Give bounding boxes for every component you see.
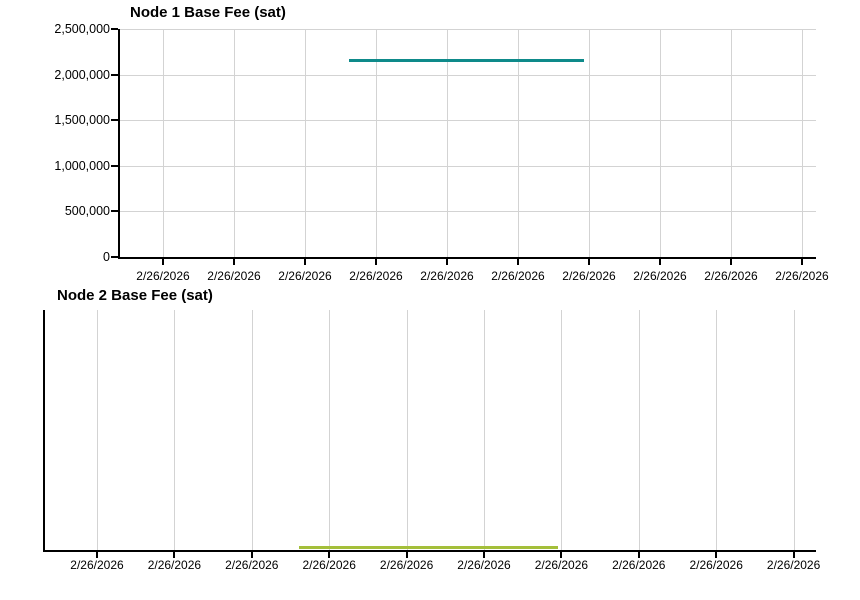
gridline-vertical xyxy=(305,29,306,257)
gridline-vertical xyxy=(793,310,795,550)
x-tick-label: 2/26/2026 xyxy=(534,558,589,572)
x-tick-label: 2/26/2026 xyxy=(766,558,821,572)
gridline-horizontal xyxy=(118,74,816,76)
y-tick-mark xyxy=(111,28,118,30)
x-tick-mark xyxy=(588,258,590,265)
gridline-vertical xyxy=(406,310,408,550)
charts-canvas: Node 1 Base Fee (sat) 2/26/2026 2/26/2026… xyxy=(0,0,860,600)
x-tick-mark xyxy=(233,258,235,265)
gridline-vertical xyxy=(660,29,661,257)
y-tick-label: 1,000,000 xyxy=(54,158,110,173)
x-tick-mark xyxy=(328,551,331,558)
x-tick-mark xyxy=(730,258,732,265)
gridline-vertical xyxy=(561,310,563,550)
x-tick-label: 2/26/2026 xyxy=(225,558,279,572)
x-tick-mark xyxy=(375,258,377,265)
x-tick-mark xyxy=(560,551,563,558)
y-axis-line xyxy=(118,29,120,259)
x-tick-label: 2/26/2026 xyxy=(457,558,511,572)
y-tick-mark xyxy=(111,210,118,213)
x-axis-line xyxy=(43,550,816,552)
gridline-horizontal xyxy=(118,120,816,122)
gridline-vertical xyxy=(518,29,519,257)
x-tick-mark xyxy=(517,258,519,265)
series-line-node1 xyxy=(349,59,585,63)
x-tick-label: 2/26/2026 xyxy=(302,558,356,572)
gridline-vertical xyxy=(731,29,732,257)
gridline-vertical xyxy=(97,310,98,550)
x-tick-mark xyxy=(801,258,803,265)
gridline-vertical xyxy=(376,29,377,257)
node2-chart-title: Node 2 Base Fee (sat) xyxy=(57,287,213,304)
node2-plot-area: 2/26/2026 2/26/2026 2/26/2026 2/26/2026 2/26… xyxy=(43,310,820,572)
gridline-vertical xyxy=(638,310,640,550)
gridline-vertical xyxy=(716,310,718,550)
gridline-vertical xyxy=(234,29,235,257)
gridline-vertical xyxy=(329,310,331,550)
x-tick-mark xyxy=(792,551,795,558)
x-tick-mark xyxy=(96,551,98,558)
gridline-vertical xyxy=(174,310,176,550)
x-tick-label: 2/26/2026 xyxy=(379,558,434,572)
x-tick-mark xyxy=(446,258,448,265)
x-tick-mark xyxy=(483,551,485,558)
node1-plot-area: 2/26/2026 2/26/2026 2/26/2026 2/26/2026 2/26… xyxy=(54,22,828,283)
gridline-vertical xyxy=(484,310,485,550)
x-tick-label: 2/26/2026 xyxy=(147,558,202,572)
y-axis-line xyxy=(43,310,45,552)
x-tick-label: 2/26/2026 xyxy=(612,558,666,572)
gridline-horizontal xyxy=(118,29,816,30)
x-tick-mark xyxy=(250,551,253,558)
y-tick-label: 2,500,000 xyxy=(54,22,110,36)
x-tick-mark xyxy=(405,551,408,558)
y-tick-mark xyxy=(111,73,118,76)
x-axis-line xyxy=(118,257,816,259)
x-tick-mark xyxy=(659,258,661,265)
y-tick-label: 1,500,000 xyxy=(54,113,110,128)
x-tick-mark xyxy=(637,551,640,558)
y-tick-mark xyxy=(111,119,118,122)
node1-chart-title: Node 1 Base Fee (sat) xyxy=(130,4,286,21)
x-tick-label: 2/26/2026 xyxy=(689,558,743,572)
gridline-vertical xyxy=(802,29,803,257)
gridline-vertical xyxy=(163,29,164,257)
gridline-vertical xyxy=(251,310,253,550)
gridline-horizontal xyxy=(118,211,816,213)
x-tick-mark xyxy=(304,258,306,265)
y-tick-mark xyxy=(111,164,118,167)
x-tick-label: 2/26/2026 xyxy=(775,269,829,283)
gridline-vertical xyxy=(447,29,448,257)
gridline-horizontal xyxy=(118,165,816,167)
y-tick-mark xyxy=(111,256,118,258)
y-tick-label: 0 xyxy=(103,250,110,264)
y-tick-label: 500,000 xyxy=(64,204,110,219)
x-tick-label: 2/26/2026 xyxy=(70,558,124,572)
series-line-node2 xyxy=(298,545,558,549)
x-tick-mark xyxy=(162,258,164,265)
x-tick-mark xyxy=(173,551,176,558)
gridline-vertical xyxy=(589,29,590,257)
x-tick-mark xyxy=(715,551,718,558)
y-tick-label: 2,000,000 xyxy=(54,67,110,82)
